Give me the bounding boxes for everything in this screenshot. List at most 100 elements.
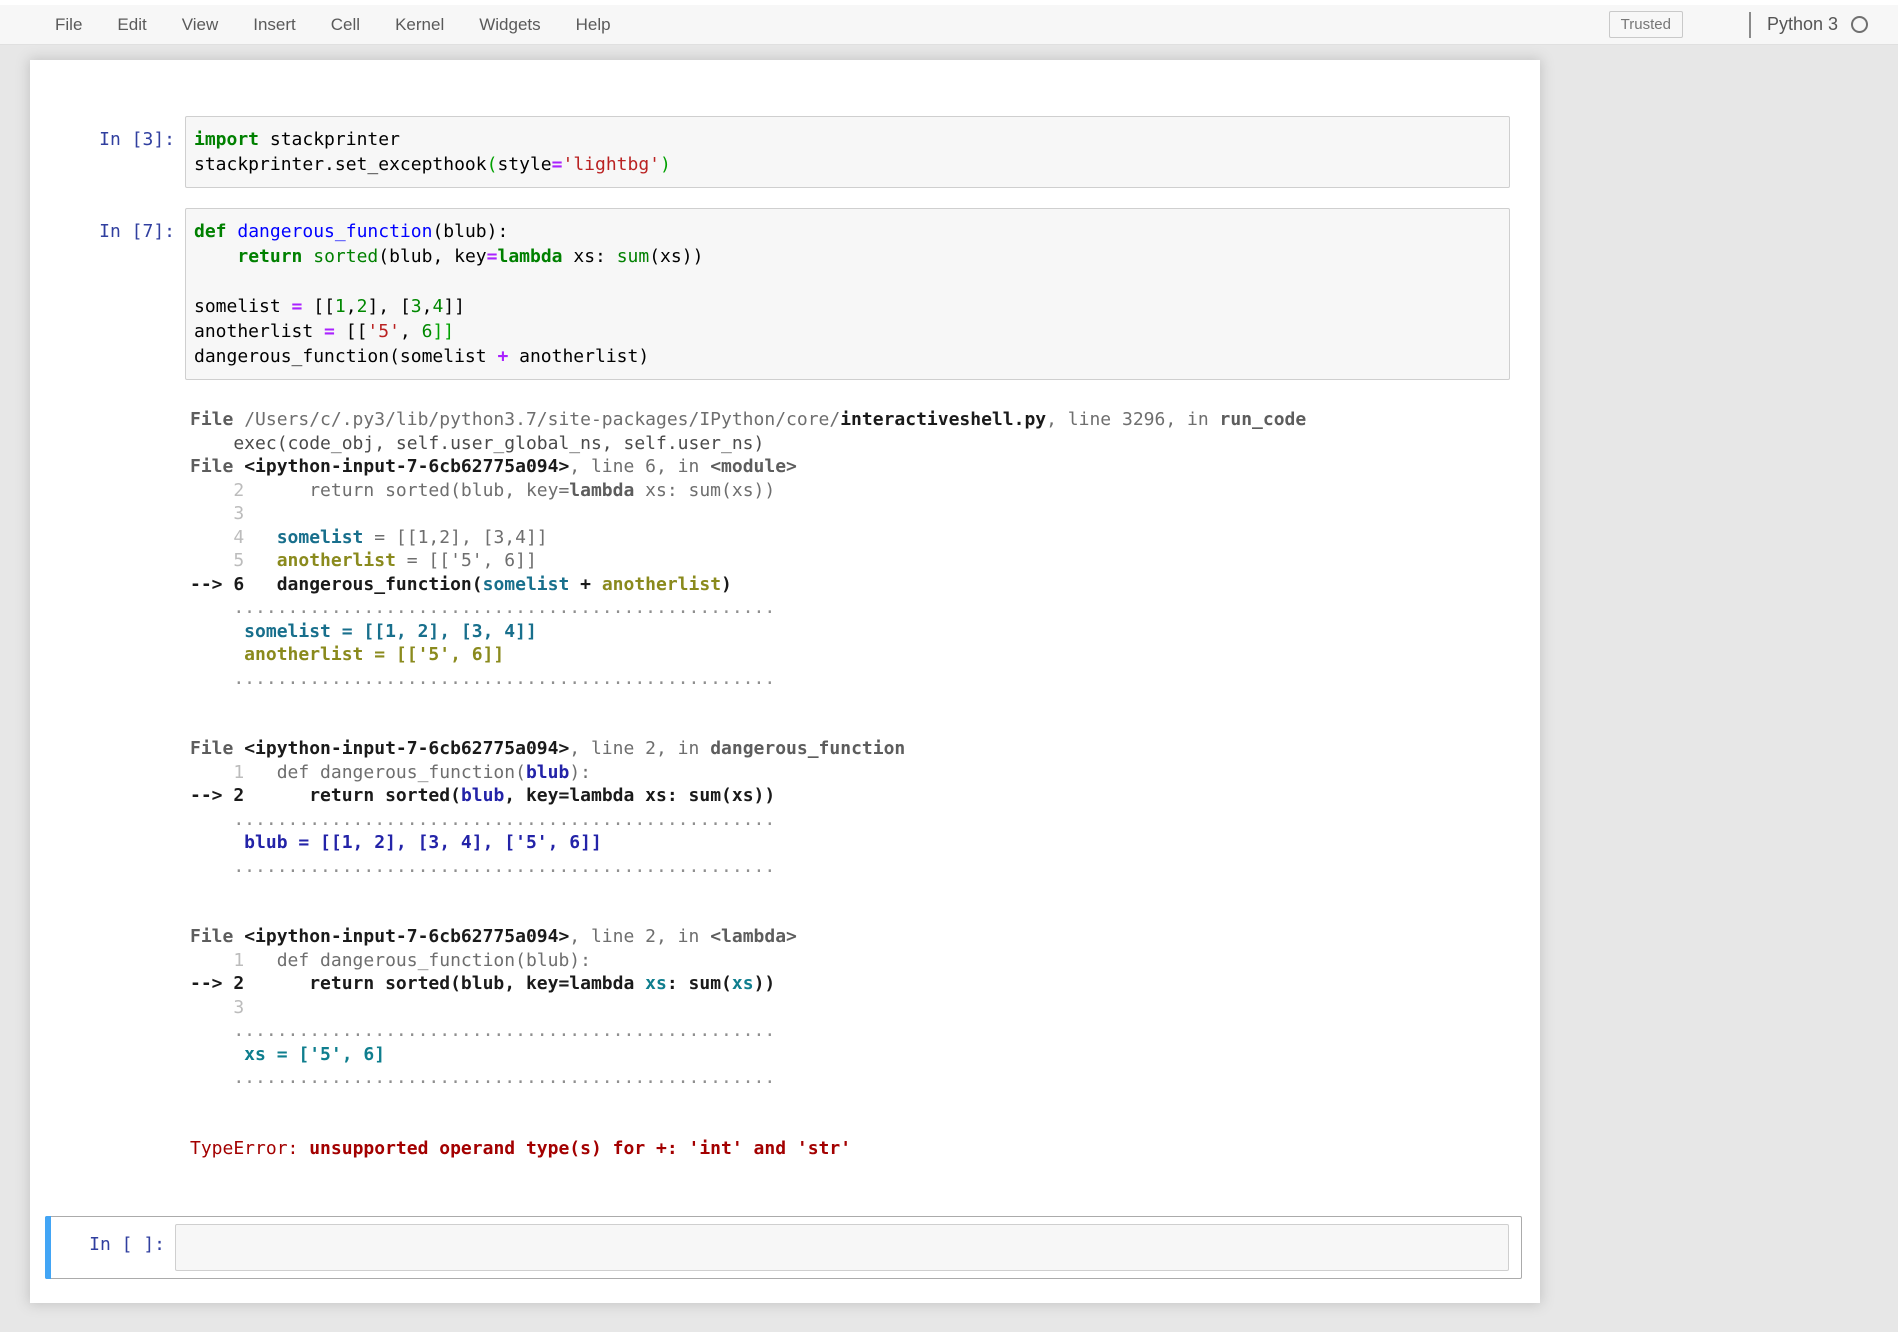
- token-p: [[: [302, 296, 335, 317]
- output-line: --> 6 dangerous_function(somelist + anot…: [190, 573, 1510, 597]
- output-line: ........................................…: [190, 808, 1510, 832]
- code-line: def dangerous_function(blub):: [194, 219, 1501, 244]
- menu-item-kernel[interactable]: Kernel: [395, 15, 444, 35]
- token-g: = [[1,2], [3,4]]: [363, 526, 548, 548]
- code-input-area[interactable]: def dangerous_function(blub): return sor…: [185, 208, 1510, 380]
- token-n: 1: [334, 296, 346, 317]
- token-s: 'lightbg': [562, 154, 661, 175]
- notebook-site: In [3]: import stackprinter stackprinter.s…: [0, 45, 1898, 1332]
- output-line: xs = ['5', 6]: [190, 1043, 1510, 1067]
- code-cell-2-wrapper: In [7]: def dangerous_function(blub): ret…: [30, 208, 1540, 1160]
- code-line: stackprinter.set_excepthook(style='light…: [194, 152, 1501, 177]
- token-gb: <lambda>: [710, 926, 797, 947]
- output-line: File /Users/c/.py3/lib/python3.7/site-pa…: [190, 408, 1510, 432]
- trusted-badge[interactable]: Trusted: [1608, 11, 1683, 38]
- token-p: ,: [345, 296, 357, 317]
- token-gp: ]]: [432, 321, 455, 342]
- output-line: 5 anotherlist = [['5', 6]]: [190, 549, 1510, 573]
- token-g: def dangerous_function(blub):: [244, 949, 591, 971]
- token-s: '5': [367, 321, 400, 342]
- token-dot: ........................................…: [190, 1020, 776, 1041]
- output-line: somelist = [[1, 2], [3, 4]]: [190, 620, 1510, 644]
- token-dot: ........................................…: [190, 1067, 776, 1088]
- code-cell-1[interactable]: In [3]: import stackprinter stackprinter.s…: [45, 116, 1510, 188]
- menu-item-help[interactable]: Help: [576, 15, 611, 35]
- token-v1: somelist: [276, 526, 364, 548]
- output-line: ........................................…: [190, 1066, 1510, 1090]
- token-p: ,: [421, 296, 433, 317]
- output-line: ........................................…: [190, 1019, 1510, 1043]
- menu-bar: File Edit View Insert Cell Kernel Widgets Help …: [0, 5, 1898, 45]
- token-v1: somelist = [[1, 2], [3, 4]]: [190, 620, 537, 642]
- token-g: ):: [569, 761, 591, 783]
- token-g: /Users/c/.py3/lib/python3.7/site-package…: [244, 409, 841, 430]
- token-ln: 1: [190, 949, 245, 971]
- token-db: --> 2 return sorted(blub, key=lambda: [190, 973, 646, 994]
- token-db: ): [721, 573, 732, 595]
- token-p: [194, 246, 237, 267]
- token-ln: 5: [190, 550, 245, 571]
- token-g: xs: sum(xs)): [634, 479, 776, 501]
- token-o: =: [324, 321, 335, 342]
- menu-item-view[interactable]: View: [182, 15, 219, 35]
- token-db: <ipython-input-7-6cb62775a094>: [244, 738, 570, 759]
- menu-item-file[interactable]: File: [55, 15, 82, 35]
- token-g: = [['5', 6]]: [395, 550, 537, 571]
- token-ln: 1: [190, 761, 245, 783]
- token-db: interactiveshell.py: [840, 409, 1047, 430]
- menu-item-insert[interactable]: Insert: [253, 15, 296, 35]
- token-k: return: [237, 246, 303, 267]
- token-v3: blub: [460, 785, 505, 806]
- token-p: stackprinter.set_excepthook: [194, 154, 487, 175]
- token-gb: File: [190, 738, 245, 759]
- code-line: return sorted(blub, key=lambda xs: sum(x…: [194, 244, 1501, 269]
- token-gb: lambda: [569, 479, 635, 501]
- output-line: File <ipython-input-7-6cb62775a094>, lin…: [190, 737, 1510, 761]
- token-p: ], [: [367, 296, 411, 317]
- token-g2: exec(code_obj, self.user_global_ns, self…: [190, 432, 765, 454]
- token-n: 4: [432, 296, 444, 317]
- token-g: def dangerous_function(: [244, 761, 526, 783]
- token-rb: unsupported operand type(s) for +: 'int'…: [309, 1137, 852, 1159]
- token-k: import: [194, 129, 260, 150]
- code-cell-2[interactable]: In [7]: def dangerous_function(blub): ret…: [45, 208, 1510, 380]
- token-dot: ........................................…: [190, 808, 776, 830]
- token-gb: dangerous_function: [710, 738, 906, 759]
- menu-item-widgets[interactable]: Widgets: [479, 15, 540, 35]
- token-v2: anotherlist: [601, 573, 722, 595]
- token-g: , line 2, in: [569, 926, 711, 947]
- token-gb: run_code: [1219, 409, 1307, 430]
- token-ln: 4: [190, 526, 245, 548]
- output-line: 1 def dangerous_function(blub):: [190, 949, 1510, 973]
- output-line: 1 def dangerous_function(blub):: [190, 761, 1510, 785]
- code-cell-empty[interactable]: In [ ]:: [45, 1216, 1522, 1279]
- token-g: [244, 527, 277, 548]
- token-db: --> 2 return sorted(: [190, 785, 461, 806]
- output-line: ........................................…: [190, 667, 1510, 691]
- token-v2: anotherlist = [['5', 6]]: [190, 644, 505, 665]
- token-k: lambda: [497, 246, 563, 267]
- token-dot: ........................................…: [190, 597, 776, 618]
- output-line: ........................................…: [190, 855, 1510, 879]
- token-p: (xs)): [649, 246, 704, 267]
- menu-item-cell[interactable]: Cell: [331, 15, 360, 35]
- token-db: : sum(: [666, 973, 732, 994]
- token-p: (blub, key: [378, 246, 487, 267]
- output-line: 3: [190, 502, 1510, 526]
- token-g: , line 3296, in: [1046, 409, 1220, 430]
- token-o: =: [486, 246, 498, 267]
- code-input-area[interactable]: [175, 1224, 1509, 1271]
- token-b: sorted: [313, 246, 379, 267]
- output-line: --> 2 return sorted(blub, key=lambda xs:…: [190, 784, 1510, 808]
- cell-list: In [3]: import stackprinter stackprinter.s…: [30, 116, 1540, 1279]
- token-p: xs:: [562, 246, 617, 267]
- code-line: anotherlist = [['5', 6]]: [194, 319, 1501, 344]
- notebook-container: In [3]: import stackprinter stackprinter.s…: [30, 60, 1540, 1303]
- code-input-area[interactable]: import stackprinter stackprinter.set_exce…: [185, 116, 1510, 188]
- menu-item-edit[interactable]: Edit: [117, 15, 146, 35]
- token-v2: anotherlist: [276, 550, 396, 571]
- token-n: 3: [410, 296, 422, 317]
